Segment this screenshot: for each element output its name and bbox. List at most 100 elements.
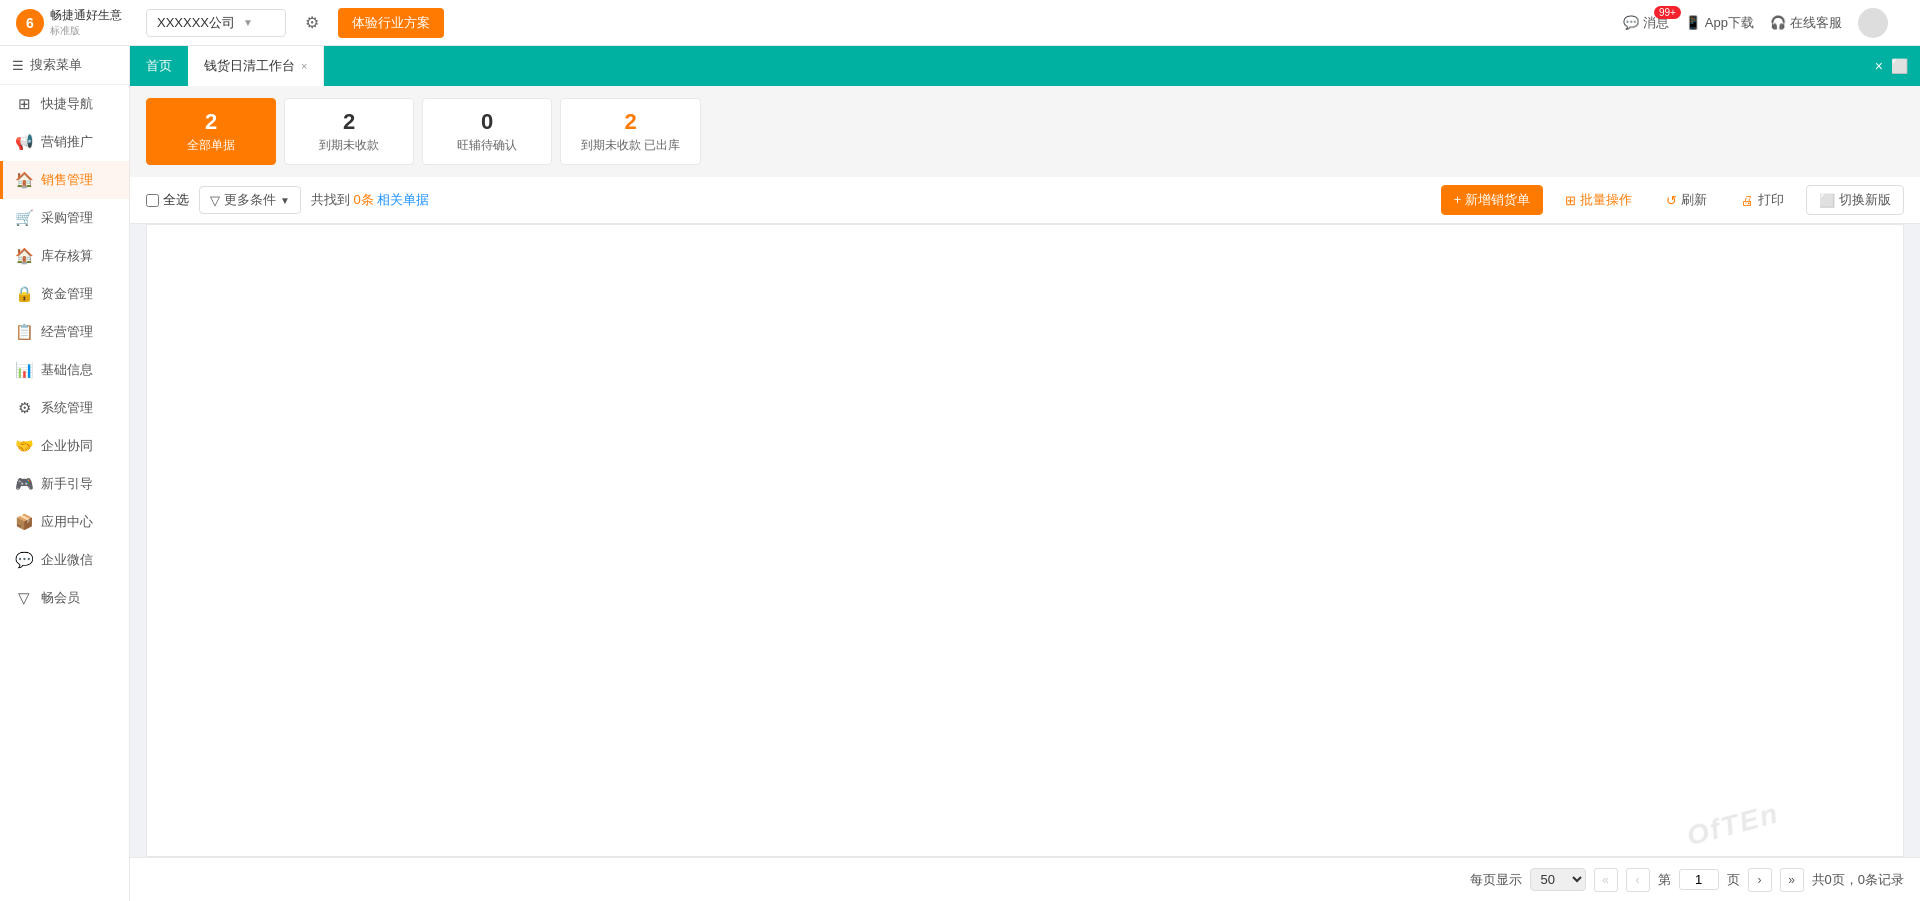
- stat-label-shipped: 到期未收款 已出库: [581, 137, 680, 154]
- lock-icon: 🔒: [15, 285, 33, 303]
- switch-icon: ⬜: [1819, 193, 1835, 208]
- logo-area: 6 畅捷通好生意 标准版: [16, 8, 146, 37]
- settings-button[interactable]: ⚙: [296, 7, 328, 39]
- logo-icon: 6: [16, 9, 44, 37]
- avatar[interactable]: [1858, 8, 1888, 38]
- refresh-button[interactable]: ↺ 刷新: [1654, 186, 1719, 214]
- stat-number-overdue: 2: [305, 109, 393, 135]
- found-count: 0条: [354, 192, 374, 207]
- chat-icon: 💬: [15, 551, 33, 569]
- table-area: [146, 224, 1904, 857]
- close-tab-icon[interactable]: ×: [301, 60, 307, 72]
- warehouse-icon: 🏠: [15, 247, 33, 265]
- stat-number-all: 2: [167, 109, 255, 135]
- sidebar-item-sales[interactable]: 🏠 销售管理: [0, 161, 129, 199]
- total-label: 共0页，0条记录: [1812, 871, 1904, 889]
- print-icon: 🖨: [1741, 193, 1754, 208]
- main-layout: ☰ 搜索菜单 ⊞ 快捷导航 📢 营销推广 🏠 销售管理 🛒 采购管理 🏠 库存核…: [0, 46, 1920, 901]
- search-icon: ☰: [12, 58, 24, 73]
- house-icon: 🏠: [15, 171, 33, 189]
- cart-icon: 🛒: [15, 209, 33, 227]
- online-service-button[interactable]: 🎧 在线客服: [1770, 14, 1842, 32]
- sidebar-item-app-center[interactable]: 📦 应用中心: [0, 503, 129, 541]
- page-suffix: 页: [1727, 871, 1740, 889]
- messages-button[interactable]: 💬 消息 99+: [1623, 14, 1669, 32]
- print-button[interactable]: 🖨 打印: [1729, 186, 1796, 214]
- handshake-icon: 🤝: [15, 437, 33, 455]
- toolbar: 全选 ▽ 更多条件 ▼ 共找到 0条 相关单据 + 新增销货单 ⊞ 批量操作 ↺: [130, 177, 1920, 224]
- logo-text: 畅捷通好生意 标准版: [50, 8, 122, 37]
- switch-version-button[interactable]: ⬜ 切换新版: [1806, 185, 1904, 215]
- member-icon: ▽: [15, 589, 33, 607]
- batch-icon: ⊞: [1565, 193, 1576, 208]
- last-page-button[interactable]: »: [1780, 868, 1804, 892]
- first-page-button[interactable]: «: [1594, 868, 1618, 892]
- per-page-label: 每页显示: [1470, 871, 1522, 889]
- table-icon: 📊: [15, 361, 33, 379]
- company-selector[interactable]: XXXXXX公司 ▼: [146, 9, 286, 37]
- sidebar-item-purchase[interactable]: 🛒 采购管理: [0, 199, 129, 237]
- megaphone-icon: 📢: [15, 133, 33, 151]
- stat-number-pending: 0: [443, 109, 531, 135]
- page-label: 第: [1658, 871, 1671, 889]
- maximize-window-icon[interactable]: ⬜: [1891, 58, 1908, 74]
- toolbar-right: + 新增销货单 ⊞ 批量操作 ↺ 刷新 🖨 打印 ⬜ 切换新版: [1441, 185, 1904, 215]
- stat-label-pending: 旺辅待确认: [443, 137, 531, 154]
- sidebar-item-member[interactable]: ▽ 畅会员: [0, 579, 129, 617]
- sidebar: ☰ 搜索菜单 ⊞ 快捷导航 📢 营销推广 🏠 销售管理 🛒 采购管理 🏠 库存核…: [0, 46, 130, 901]
- sidebar-item-basic-info[interactable]: 📊 基础信息: [0, 351, 129, 389]
- tab-workbench[interactable]: 钱货日清工作台 ×: [188, 46, 324, 86]
- gear-icon: ⚙: [305, 13, 319, 32]
- select-all-checkbox[interactable]: [146, 194, 159, 207]
- sidebar-item-marketing[interactable]: 📢 营销推广: [0, 123, 129, 161]
- refresh-icon: ↺: [1666, 193, 1677, 208]
- clipboard-icon: 📋: [15, 323, 33, 341]
- settings-icon: ⚙: [15, 399, 33, 417]
- sidebar-item-guide[interactable]: 🎮 新手引导: [0, 465, 129, 503]
- chevron-down-icon: ▼: [243, 17, 253, 28]
- next-page-button[interactable]: ›: [1748, 868, 1772, 892]
- filter-icon: ▽: [210, 193, 220, 208]
- content-area: 首页 钱货日清工作台 × × ⬜ 2 全部单据 2 到期未收款 0: [130, 46, 1920, 901]
- header-right: 💬 消息 99+ 📱 App下载 🎧 在线客服: [1623, 8, 1904, 38]
- chevron-down-icon: ▼: [280, 195, 290, 206]
- stat-card-shipped[interactable]: 2 到期未收款 已出库: [560, 98, 701, 165]
- tab-home[interactable]: 首页: [130, 46, 188, 86]
- add-sales-order-button[interactable]: + 新增销货单: [1441, 185, 1543, 215]
- batch-operation-button[interactable]: ⊞ 批量操作: [1553, 186, 1644, 214]
- page-input[interactable]: [1679, 869, 1719, 890]
- top-header: 6 畅捷通好生意 标准版 XXXXXX公司 ▼ ⚙ 体验行业方案 💬 消息 99…: [0, 0, 1920, 46]
- tab-bar: 首页 钱货日清工作台 × × ⬜: [130, 46, 1920, 86]
- sidebar-item-weixin[interactable]: 💬 企业微信: [0, 541, 129, 579]
- headset-icon: 🎧: [1770, 15, 1786, 30]
- trial-button[interactable]: 体验行业方案: [338, 8, 444, 38]
- found-link[interactable]: 相关单据: [377, 192, 429, 207]
- tab-controls: × ⬜: [1863, 58, 1920, 74]
- sidebar-item-enterprise[interactable]: 🤝 企业协同: [0, 427, 129, 465]
- stat-label-overdue: 到期未收款: [305, 137, 393, 154]
- box-icon: 📦: [15, 513, 33, 531]
- grid-icon: ⊞: [15, 95, 33, 113]
- found-text: 共找到 0条 相关单据: [311, 191, 429, 209]
- prev-page-button[interactable]: ‹: [1626, 868, 1650, 892]
- filter-button[interactable]: ▽ 更多条件 ▼: [199, 186, 301, 214]
- gamepad-icon: 🎮: [15, 475, 33, 493]
- sidebar-item-quick-nav[interactable]: ⊞ 快捷导航: [0, 85, 129, 123]
- phone-icon: 📱: [1685, 15, 1701, 30]
- app-download-button[interactable]: 📱 App下载: [1685, 14, 1754, 32]
- sidebar-item-inventory[interactable]: 🏠 库存核算: [0, 237, 129, 275]
- pagination-bar: 每页显示 50 20 100 « ‹ 第 页 › » 共0页，0条记录: [130, 857, 1920, 901]
- stat-card-overdue[interactable]: 2 到期未收款: [284, 98, 414, 165]
- search-menu-button[interactable]: ☰ 搜索菜单: [0, 46, 129, 85]
- sidebar-item-system[interactable]: ⚙ 系统管理: [0, 389, 129, 427]
- select-all-area[interactable]: 全选: [146, 191, 189, 209]
- stat-card-all[interactable]: 2 全部单据: [146, 98, 276, 165]
- per-page-select[interactable]: 50 20 100: [1530, 868, 1586, 891]
- sidebar-item-finance[interactable]: 🔒 资金管理: [0, 275, 129, 313]
- message-icon: 💬: [1623, 15, 1639, 30]
- stat-card-pending[interactable]: 0 旺辅待确认: [422, 98, 552, 165]
- sidebar-item-operations[interactable]: 📋 经营管理: [0, 313, 129, 351]
- close-window-icon[interactable]: ×: [1875, 58, 1883, 74]
- stat-number-shipped: 2: [581, 109, 680, 135]
- stat-label-all: 全部单据: [167, 137, 255, 154]
